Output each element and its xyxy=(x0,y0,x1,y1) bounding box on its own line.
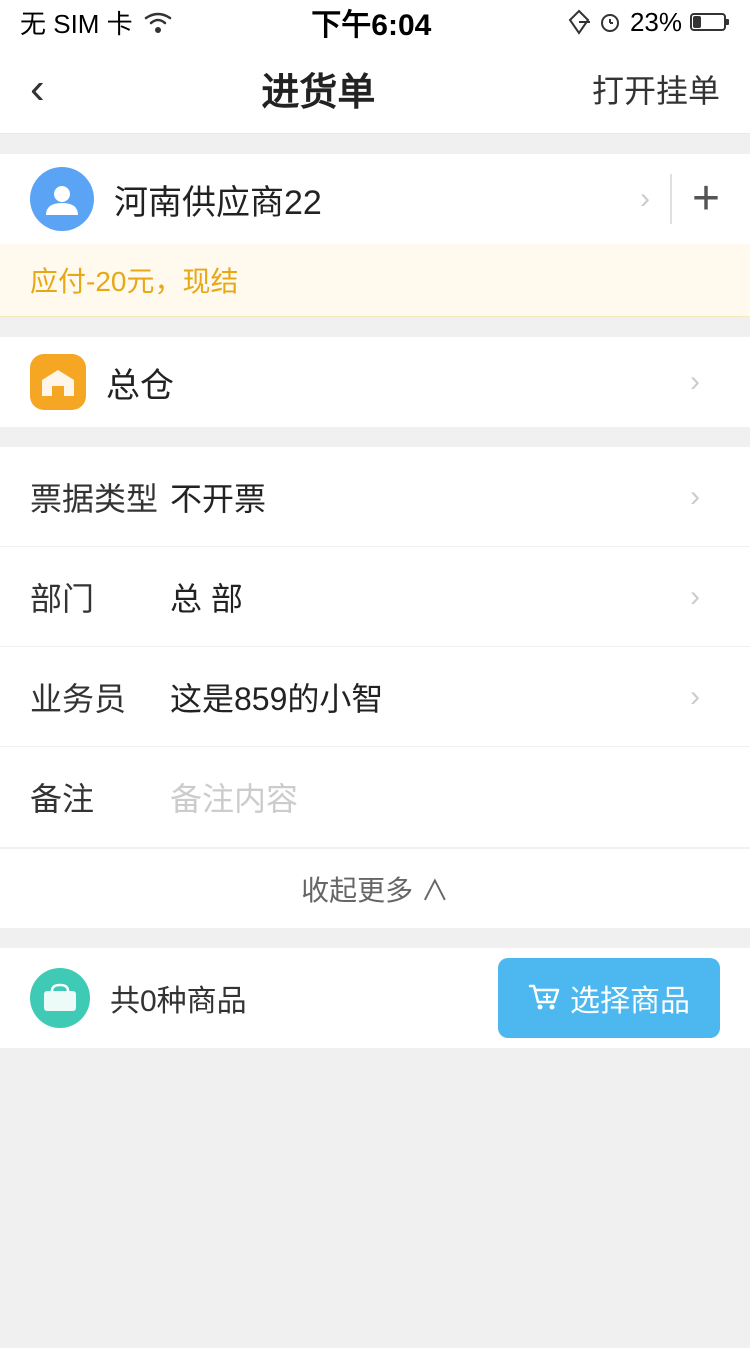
page-title: 进货单 xyxy=(261,61,375,116)
supplier-chevron-icon: › xyxy=(640,182,650,216)
select-btn-label: 选择商品 xyxy=(570,976,690,1020)
back-button[interactable]: ‹ xyxy=(30,67,45,111)
status-indicators: 23% xyxy=(568,7,730,38)
supplier-name: 河南供应商22 xyxy=(114,175,640,224)
supplier-notice: 应付-20元，现结 xyxy=(0,244,750,317)
salesman-row[interactable]: 业务员 这是859的小智 › xyxy=(0,647,750,747)
bottom-bar: 共0种商品 选择商品 xyxy=(0,948,750,1048)
nav-bar: ‹ 进货单 打开挂单 xyxy=(0,44,750,134)
status-bar: 无 SIM 卡 下午6:04 23% xyxy=(0,0,750,44)
collapse-button[interactable]: 收起更多 ∧ xyxy=(0,848,750,928)
remark-row[interactable]: 备注 备注内容 xyxy=(0,747,750,847)
remark-input[interactable]: 备注内容 xyxy=(170,774,720,820)
page-background xyxy=(0,1048,750,1348)
carrier-text: 无 SIM 卡 xyxy=(20,4,133,41)
wifi-icon xyxy=(141,10,175,34)
gap-1 xyxy=(0,134,750,154)
warehouse-name: 总仓 xyxy=(106,358,690,407)
warehouse-row[interactable]: 总仓 › xyxy=(0,337,750,427)
invoice-label: 票据类型 xyxy=(30,474,160,520)
status-time: 下午6:04 xyxy=(311,0,431,44)
add-supplier-button[interactable]: + xyxy=(692,175,720,223)
battery-icon xyxy=(690,12,730,32)
invoice-value: 不开票 xyxy=(170,474,690,520)
alarm-icon xyxy=(598,10,622,34)
warehouse-chevron-icon: › xyxy=(690,365,700,399)
salesman-chevron-icon: › xyxy=(690,680,700,714)
supplier-divider xyxy=(670,174,672,224)
invoice-row[interactable]: 票据类型 不开票 › xyxy=(0,447,750,547)
warehouse-icon xyxy=(30,354,86,410)
dept-row[interactable]: 部门 总 部 › xyxy=(0,547,750,647)
dept-label: 部门 xyxy=(30,574,160,620)
open-pending-button[interactable]: 打开挂单 xyxy=(592,66,720,112)
select-product-button[interactable]: 选择商品 xyxy=(498,958,720,1038)
location-icon xyxy=(568,9,590,35)
invoice-chevron-icon: › xyxy=(690,480,700,514)
status-carrier: 无 SIM 卡 xyxy=(20,4,175,41)
supplier-row[interactable]: 河南供应商22 › + xyxy=(0,154,750,244)
cart-icon xyxy=(528,984,560,1012)
product-count: 共0种商品 xyxy=(110,976,498,1020)
dept-chevron-icon: › xyxy=(690,580,700,614)
remark-label: 备注 xyxy=(30,774,160,820)
salesman-label: 业务员 xyxy=(30,674,160,720)
dept-value: 总 部 xyxy=(170,574,690,620)
battery-text: 23% xyxy=(630,7,682,38)
salesman-value: 这是859的小智 xyxy=(170,674,690,720)
form-section: 票据类型 不开票 › 部门 总 部 › 业务员 这是859的小智 › 备注 备注… xyxy=(0,447,750,847)
supplier-avatar xyxy=(30,167,94,231)
product-icon xyxy=(30,968,90,1028)
